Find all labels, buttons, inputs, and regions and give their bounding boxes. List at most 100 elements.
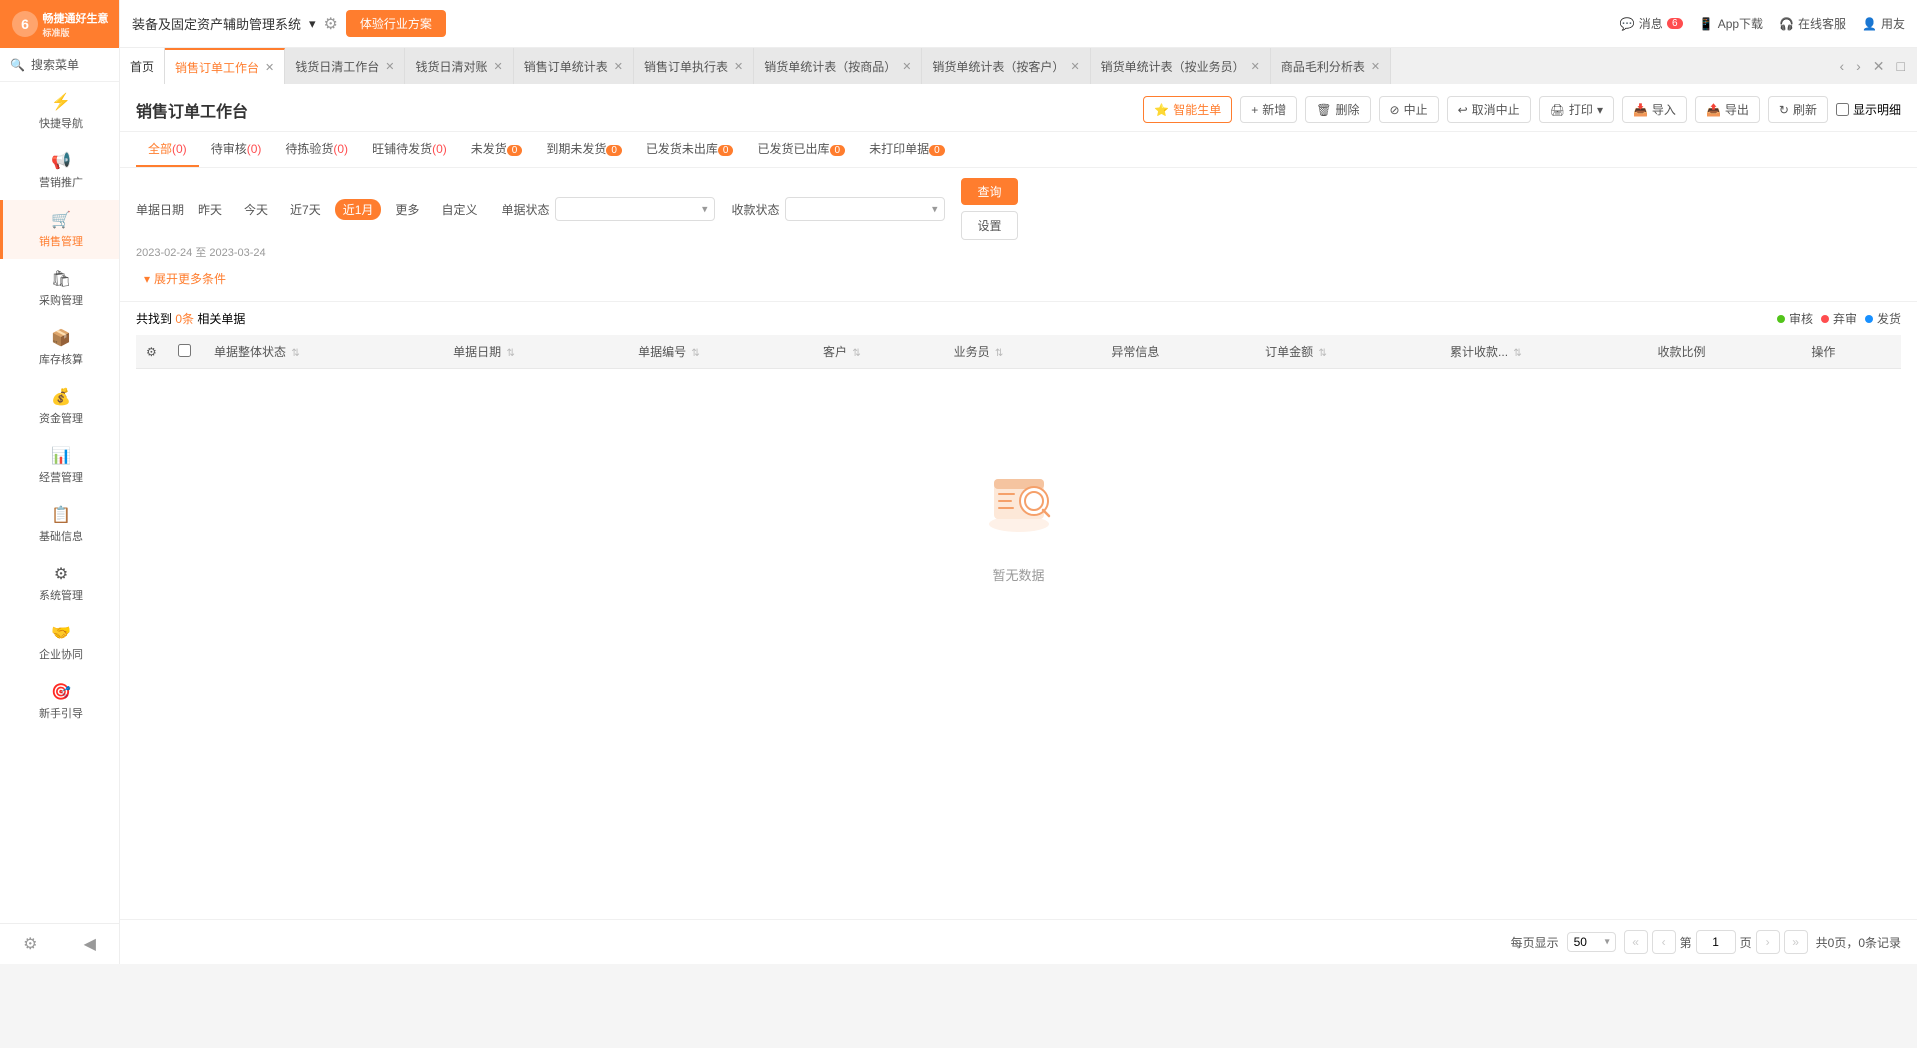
subtab-all[interactable]: 全部(0) — [136, 132, 199, 167]
tab-close-margin[interactable]: ✕ — [1371, 60, 1380, 73]
subtab-shipped-out[interactable]: 已发货已出库0 — [745, 132, 857, 167]
subtab-not-shipped[interactable]: 未发货0 — [459, 132, 535, 167]
settings-bottom-icon[interactable]: ⚙ — [23, 934, 37, 954]
select-all-checkbox[interactable] — [178, 344, 191, 357]
search-menu[interactable]: 🔍 搜索菜单 — [0, 48, 119, 82]
phone-icon: 📱 — [1699, 17, 1714, 31]
tab-product-margin[interactable]: 商品毛利分析表 ✕ — [1271, 48, 1391, 84]
tab-sales-stats-customer[interactable]: 销货单统计表（按客户） ✕ — [922, 48, 1090, 84]
subtab-pending-inspect[interactable]: 待拣验货(0) — [273, 132, 360, 167]
status-sort-icon[interactable]: ⇅ — [291, 348, 299, 359]
collapse-icon[interactable]: ◀ — [84, 934, 96, 954]
tab-close-cash-goods[interactable]: ✕ — [494, 60, 503, 73]
online-service-item[interactable]: 🎧 在线客服 — [1779, 15, 1846, 32]
add-icon: + — [1251, 103, 1258, 117]
subtab-expired[interactable]: 到期未发货0 — [534, 132, 634, 167]
tab-sales-order-stats[interactable]: 销售订单统计表 ✕ — [514, 48, 634, 84]
sidebar-item-purchase[interactable]: 🛍 采购管理 — [0, 259, 119, 318]
batch-ship-button[interactable]: 发货 — [1865, 310, 1901, 327]
column-settings-icon[interactable]: ⚙ — [146, 345, 157, 359]
tab-close-product[interactable]: ✕ — [902, 60, 911, 73]
date-option-yesterday[interactable]: 昨天 — [190, 199, 230, 220]
delete-button[interactable]: 🗑 删除 — [1305, 96, 1370, 123]
page-size-select[interactable]: 10 20 50 100 — [1567, 932, 1616, 952]
expand-conditions-button[interactable]: ▾ 展开更多条件 — [136, 266, 1901, 291]
date-option-today[interactable]: 今天 — [236, 199, 276, 220]
collected-sort-icon[interactable]: ⇅ — [1513, 348, 1521, 359]
number-sort-icon[interactable]: ⇅ — [691, 348, 699, 359]
payment-select-wrapper — [785, 197, 945, 221]
refresh-button[interactable]: ↻ 刷新 — [1768, 96, 1828, 123]
tab-sales-stats-product[interactable]: 销货单统计表（按商品） ✕ — [754, 48, 922, 84]
sidebar-item-quick-nav[interactable]: ⚡ 快捷导航 — [0, 82, 119, 141]
date-option-1month[interactable]: 近1月 — [335, 199, 382, 220]
sidebar-item-operation[interactable]: 📊 经营管理 — [0, 436, 119, 495]
tab-scroll-right[interactable]: › — [1852, 56, 1865, 76]
page-next-button[interactable]: › — [1756, 930, 1780, 954]
sidebar-item-system[interactable]: ⚙ 系统管理 — [0, 554, 119, 613]
tab-close-stats[interactable]: ✕ — [614, 60, 623, 73]
page-prev-button[interactable]: ‹ — [1652, 930, 1676, 954]
show-detail-checkbox-wrapper[interactable]: 显示明细 — [1836, 101, 1901, 118]
customer-sort-icon[interactable]: ⇅ — [852, 348, 860, 359]
industry-plan-button[interactable]: 体验行业方案 — [346, 10, 446, 37]
page-last-button[interactable]: » — [1784, 930, 1808, 954]
date-option-7days[interactable]: 近7天 — [282, 199, 329, 220]
tab-cash-goods-reconcile[interactable]: 钱货日清对账 ✕ — [405, 48, 513, 84]
tab-close-cash-daily[interactable]: ✕ — [385, 60, 394, 73]
tab-scroll-left[interactable]: ‹ — [1835, 56, 1848, 76]
filter-settings-button[interactable]: 设置 — [961, 211, 1017, 240]
status-select[interactable] — [555, 197, 715, 221]
tab-home[interactable]: 首页 — [120, 48, 165, 84]
tab-close-all[interactable]: ✕ — [1869, 56, 1889, 77]
user-item[interactable]: 👤 用友 — [1862, 15, 1905, 32]
tab-sales-stats-staff[interactable]: 销货单统计表（按业务员） ✕ — [1091, 48, 1271, 84]
show-detail-checkbox[interactable] — [1836, 103, 1849, 116]
sidebar-item-sales[interactable]: 🛒 销售管理 — [0, 200, 119, 259]
date-sort-icon[interactable]: ⇅ — [507, 348, 515, 359]
subtab-not-printed[interactable]: 未打印单据0 — [857, 132, 957, 167]
sidebar-item-finance[interactable]: 💰 资金管理 — [0, 377, 119, 436]
tab-close-staff[interactable]: ✕ — [1251, 60, 1260, 73]
tab-sales-order-workspace[interactable]: 销售订单工作台 ✕ — [165, 48, 285, 84]
topbar-settings-icon[interactable]: ⚙ — [324, 14, 338, 34]
date-option-custom[interactable]: 自定义 — [433, 199, 485, 220]
tab-cash-daily[interactable]: 钱货日清工作台 ✕ — [285, 48, 405, 84]
batch-review-button[interactable]: 审核 — [1777, 310, 1813, 327]
topbar-dropdown[interactable]: ▾ — [309, 16, 316, 32]
staff-sort-icon[interactable]: ⇅ — [995, 348, 1003, 359]
batch-cancel-review-button[interactable]: 弃审 — [1821, 310, 1857, 327]
sidebar-item-marketing[interactable]: 📢 营销推广 — [0, 141, 119, 200]
sidebar-item-newbie[interactable]: 🎯 新手引导 — [0, 672, 119, 731]
export-label: 导出 — [1725, 101, 1749, 118]
sidebar-item-basic[interactable]: 📋 基础信息 — [0, 495, 119, 554]
tab-maximize[interactable]: □ — [1893, 56, 1909, 76]
payment-select[interactable] — [785, 197, 945, 221]
smart-generate-button[interactable]: ⭐ 智能生单 — [1143, 96, 1232, 123]
tab-close-sales-order[interactable]: ✕ — [265, 61, 274, 74]
tab-close-customer[interactable]: ✕ — [1070, 60, 1079, 73]
sidebar-item-enterprise[interactable]: 🤝 企业协同 — [0, 613, 119, 672]
add-button[interactable]: + 新增 — [1240, 96, 1297, 123]
date-option-more[interactable]: 更多 — [387, 199, 427, 220]
import-button[interactable]: 📥 导入 — [1622, 96, 1687, 123]
query-button[interactable]: 查询 — [961, 178, 1017, 205]
subtab-pending-review[interactable]: 待审核(0) — [199, 132, 274, 167]
print-button[interactable]: 🖨 打印 ▾ — [1539, 96, 1614, 123]
subtab-shipped-not-out[interactable]: 已发货未出库0 — [634, 132, 746, 167]
amount-sort-icon[interactable]: ⇅ — [1319, 348, 1327, 359]
message-item[interactable]: 💬 消息 6 — [1620, 15, 1683, 32]
table-scroll-container[interactable]: ⚙ 单据整体状态 ⇅ 单据日期 ⇅ — [136, 335, 1901, 369]
page-first-button[interactable]: « — [1624, 930, 1648, 954]
page-input[interactable] — [1696, 930, 1736, 954]
app-download-item[interactable]: 📱 App下载 — [1699, 15, 1763, 32]
tab-close-exec[interactable]: ✕ — [734, 60, 743, 73]
tab-sales-order-exec[interactable]: 销售订单执行表 ✕ — [634, 48, 754, 84]
subtab-wangpu[interactable]: 旺铺待发货(0) — [360, 132, 459, 167]
cancel-stop-button[interactable]: ↩ 取消中止 — [1447, 96, 1531, 123]
sidebar-item-inventory[interactable]: 📦 库存核算 — [0, 318, 119, 377]
stop-button[interactable]: ⊘ 中止 — [1379, 96, 1439, 123]
export-button[interactable]: 📤 导出 — [1695, 96, 1760, 123]
summary-count: 0条 — [175, 312, 194, 326]
home-tab-label: 首页 — [130, 58, 154, 75]
